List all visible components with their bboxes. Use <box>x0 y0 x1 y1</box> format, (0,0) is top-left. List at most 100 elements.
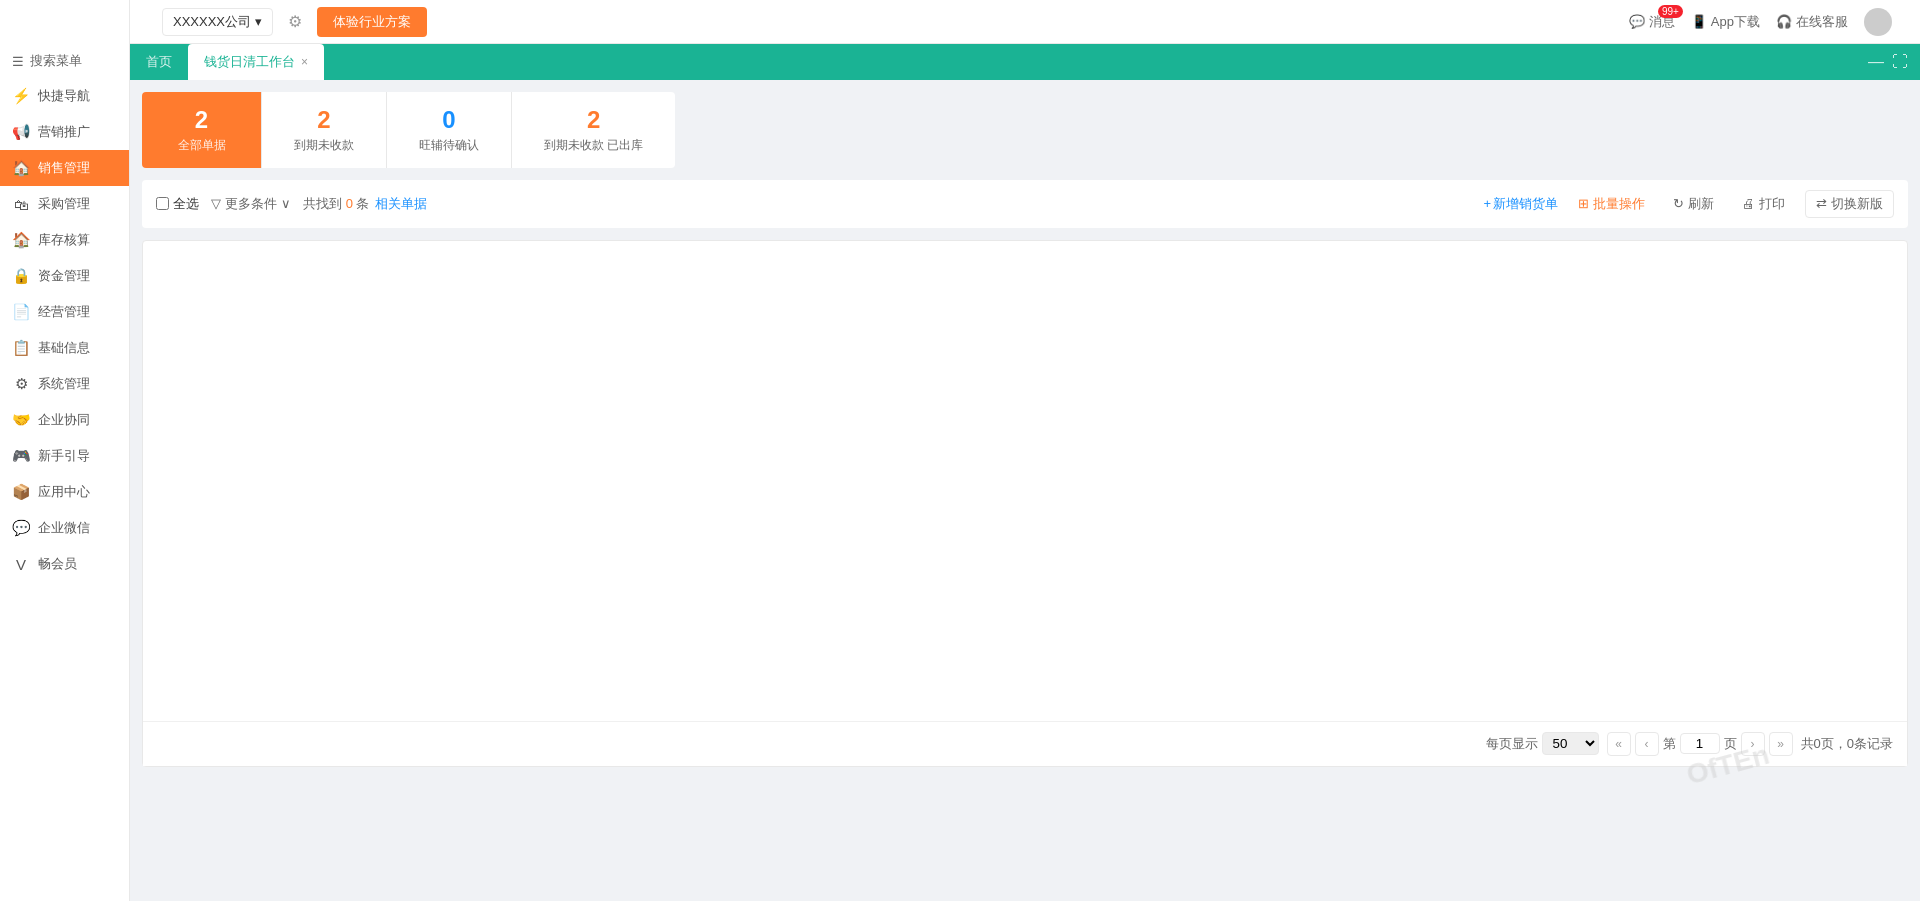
header-center: XXXXXX公司 ▾ ⚙ 体验行业方案 <box>142 7 1629 37</box>
online-service-label: 在线客服 <box>1796 13 1848 31</box>
select-all-input[interactable] <box>156 197 169 210</box>
gear-icon: ⚙ <box>12 375 30 393</box>
experience-btn[interactable]: 体验行业方案 <box>317 7 427 37</box>
shipped-count: 2 <box>544 106 643 135</box>
print-btn[interactable]: 🖨 打印 <box>1734 191 1793 217</box>
tab-close-icon[interactable]: × <box>301 55 308 69</box>
sidebar-item-inventory[interactable]: 🏠 库存核算 <box>0 222 129 258</box>
sidebar-item-system[interactable]: ⚙ 系统管理 <box>0 366 129 402</box>
new-sales-btn[interactable]: + 新增销货单 <box>1483 195 1558 213</box>
overdue-label: 到期未收款 <box>294 137 354 154</box>
chevron-down-icon: ∨ <box>281 196 291 211</box>
message-icon: 💬 <box>1629 14 1645 29</box>
sidebar-item-finance[interactable]: 🔒 资金管理 <box>0 258 129 294</box>
doc-icon: 📄 <box>12 303 30 321</box>
filter-btn[interactable]: ▽ 更多条件 ∨ <box>211 195 291 213</box>
summary-card-all[interactable]: 2 全部单据 <box>142 92 262 168</box>
search-menu[interactable]: ☰ 搜索菜单 <box>0 44 129 78</box>
pagination: 每页显示 50 100 200 « ‹ 第 页 › » 共0页，0条记录 <box>143 721 1907 766</box>
handshake-icon: 🤝 <box>12 411 30 429</box>
page-number-input[interactable] <box>1680 733 1720 754</box>
page-size-area: 每页显示 50 100 200 <box>1486 732 1599 755</box>
last-page-btn[interactable]: » <box>1769 732 1793 756</box>
summary-cards: 2 全部单据 2 到期未收款 0 旺辅待确认 2 到期未收款 已出库 <box>142 92 675 168</box>
filter-icon: ▽ <box>211 196 221 211</box>
nav-tabs: 首页 钱货日清工作台 × — ⛶ <box>130 44 1920 80</box>
expand-icon[interactable]: ⛶ <box>1892 53 1908 71</box>
sidebar-item-apps[interactable]: 📦 应用中心 <box>0 474 129 510</box>
app-download-label: App下载 <box>1711 13 1760 31</box>
pending-count: 0 <box>419 106 479 135</box>
first-page-btn[interactable]: « <box>1607 732 1631 756</box>
sidebar-item-guide[interactable]: 🎮 新手引导 <box>0 438 129 474</box>
toolbar-left: 全选 ▽ 更多条件 ∨ 共找到 0 条 相关单据 <box>156 195 427 213</box>
summary-card-shipped[interactable]: 2 到期未收款 已出库 <box>512 92 675 168</box>
sidebar-item-basic[interactable]: 📋 基础信息 <box>0 330 129 366</box>
summary-card-pending[interactable]: 0 旺辅待确认 <box>387 92 512 168</box>
settings-icon[interactable]: ⚙ <box>281 8 309 36</box>
page-summary: 共0页，0条记录 <box>1801 735 1893 753</box>
company-name: XXXXXX公司 <box>173 13 251 31</box>
sidebar-label: 库存核算 <box>38 231 90 249</box>
sidebar-item-quick-nav[interactable]: ⚡ 快捷导航 <box>0 78 129 114</box>
sidebar: ☰ 搜索菜单 ⚡ 快捷导航 📢 营销推广 🏠 销售管理 🛍 采购管理 🏠 库存核… <box>0 0 130 901</box>
summary-card-overdue[interactable]: 2 到期未收款 <box>262 92 387 168</box>
sidebar-item-operations[interactable]: 📄 经营管理 <box>0 294 129 330</box>
tab-workbench[interactable]: 钱货日清工作台 × <box>188 44 324 80</box>
prev-page-btn[interactable]: ‹ <box>1635 732 1659 756</box>
toolbar-right: + 新增销货单 ⊞ 批量操作 ↻ 刷新 🖨 打印 ⇄ 切换新版 <box>1483 190 1894 218</box>
sidebar-label: 快捷导航 <box>38 87 90 105</box>
sidebar-item-wechat[interactable]: 💬 企业微信 <box>0 510 129 546</box>
tab-home[interactable]: 首页 <box>130 44 188 80</box>
search-icon: ☰ <box>12 54 24 69</box>
sidebar-label: 畅会员 <box>38 555 77 573</box>
sidebar-label: 系统管理 <box>38 375 90 393</box>
sidebar-item-cooperation[interactable]: 🤝 企业协同 <box>0 402 129 438</box>
top-header: 6 畅捷通好生意 标准版 XXXXXX公司 ▾ ⚙ 体验行业方案 💬 消息 99… <box>0 0 1920 44</box>
print-icon: 🖨 <box>1742 196 1755 211</box>
select-all-checkbox[interactable]: 全选 <box>156 195 199 213</box>
chat-icon: 💬 <box>12 519 30 537</box>
sidebar-label: 资金管理 <box>38 267 90 285</box>
result-link[interactable]: 相关单据 <box>375 196 427 211</box>
batch-btn[interactable]: ⊞ 批量操作 <box>1570 191 1653 217</box>
new-sales-label: 新增销货单 <box>1493 195 1558 213</box>
sidebar-item-member[interactable]: V 畅会员 <box>0 546 129 582</box>
company-select[interactable]: XXXXXX公司 ▾ <box>162 8 273 36</box>
sidebar-label: 新手引导 <box>38 447 90 465</box>
house-icon: 🏠 <box>12 159 30 177</box>
page-word-di: 第 <box>1663 735 1676 753</box>
shipped-label: 到期未收款 已出库 <box>544 137 643 154</box>
sidebar-item-marketing[interactable]: 📢 营销推广 <box>0 114 129 150</box>
sidebar-item-sales[interactable]: 🏠 销售管理 <box>0 150 129 186</box>
vip-icon: V <box>12 555 30 573</box>
page-size-select[interactable]: 50 100 200 <box>1542 732 1599 755</box>
next-page-btn[interactable]: › <box>1741 732 1765 756</box>
game-icon: 🎮 <box>12 447 30 465</box>
overdue-count: 2 <box>294 106 354 135</box>
refresh-btn[interactable]: ↻ 刷新 <box>1665 191 1722 217</box>
user-avatar[interactable] <box>1864 8 1892 36</box>
switch-label: 切换新版 <box>1831 195 1883 213</box>
headset-icon: 🎧 <box>1776 14 1792 29</box>
sidebar-label: 基础信息 <box>38 339 90 357</box>
minimize-icon[interactable]: — <box>1868 53 1884 71</box>
sidebar-label: 采购管理 <box>38 195 90 213</box>
chevron-down-icon: ▾ <box>255 14 262 29</box>
switch-btn[interactable]: ⇄ 切换新版 <box>1805 190 1894 218</box>
batch-label: 批量操作 <box>1593 195 1645 213</box>
sidebar-item-purchase[interactable]: 🛍 采购管理 <box>0 186 129 222</box>
page-size-label: 每页显示 <box>1486 735 1538 753</box>
message-badge: 99+ <box>1658 5 1683 18</box>
message-action[interactable]: 💬 消息 99+ <box>1629 13 1675 31</box>
result-unit: 条 <box>356 196 369 211</box>
table-content <box>143 241 1907 721</box>
refresh-icon: ↻ <box>1673 196 1684 211</box>
app-download-action[interactable]: 📱 App下载 <box>1691 13 1760 31</box>
lock-icon: 🔒 <box>12 267 30 285</box>
box-icon: 📦 <box>12 483 30 501</box>
sidebar-label: 销售管理 <box>38 159 90 177</box>
list-icon: 📋 <box>12 339 30 357</box>
main-content: 2 全部单据 2 到期未收款 0 旺辅待确认 2 到期未收款 已出库 全选 ▽ … <box>130 80 1920 901</box>
online-service-action[interactable]: 🎧 在线客服 <box>1776 13 1848 31</box>
